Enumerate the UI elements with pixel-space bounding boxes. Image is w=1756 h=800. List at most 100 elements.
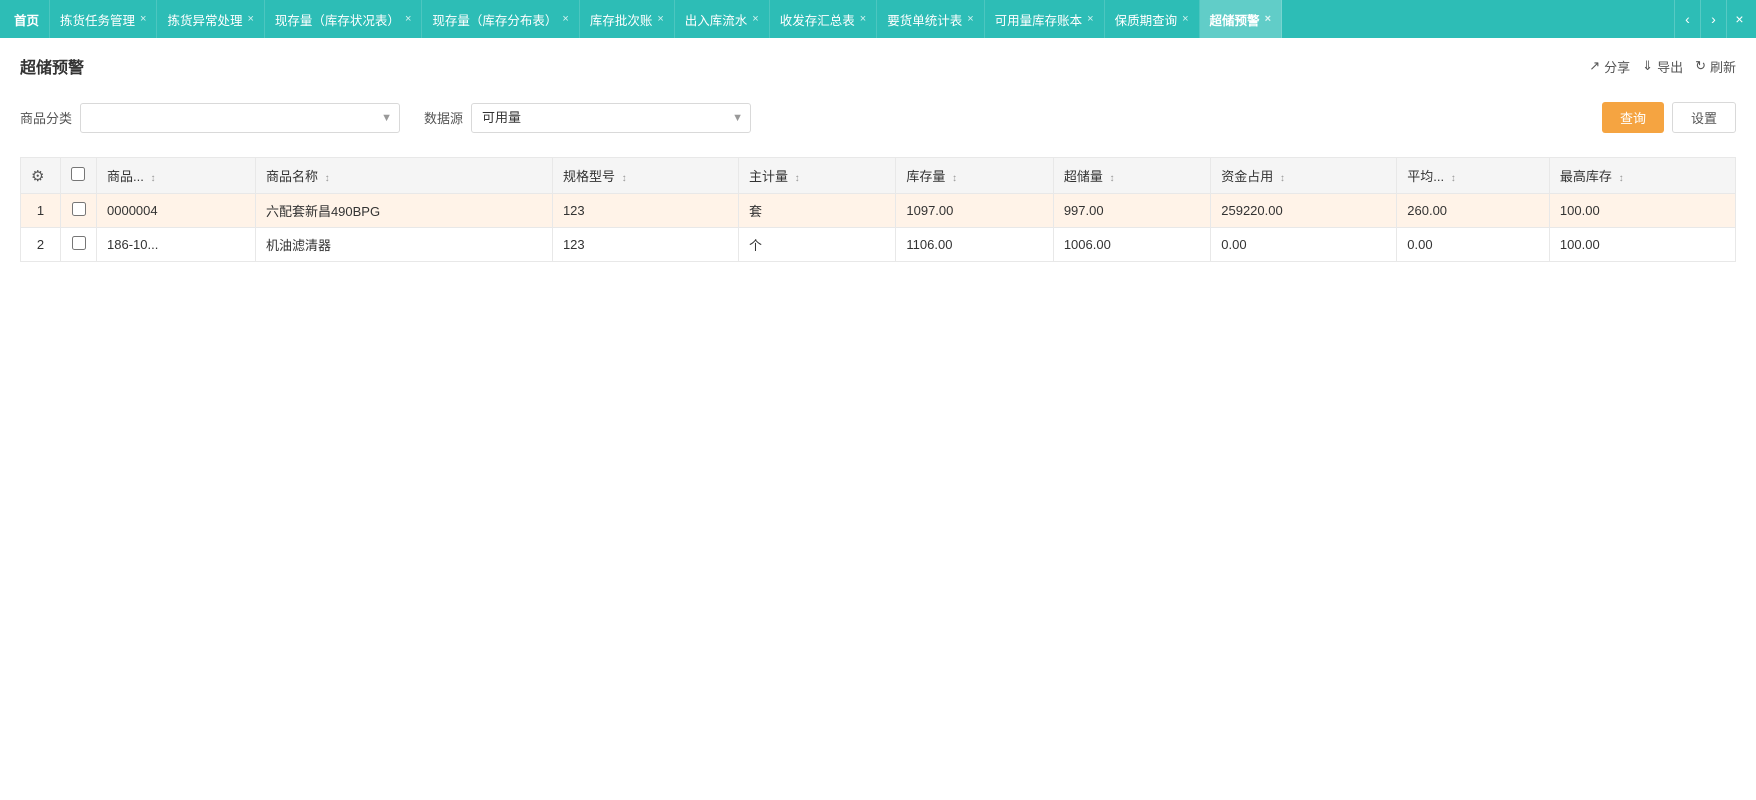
sort-icon[interactable]: ↕ bbox=[952, 173, 957, 184]
col-product-name-label: 商品名称 bbox=[266, 169, 318, 184]
data-source-select-wrapper: 可用量 库存量 ▼ bbox=[471, 103, 751, 133]
close-icon[interactable]: × bbox=[562, 13, 568, 25]
row-checkbox-cell bbox=[61, 228, 97, 262]
product-category-select[interactable] bbox=[80, 103, 400, 133]
data-source-label: 数据源 bbox=[424, 108, 463, 127]
close-icon[interactable]: × bbox=[967, 13, 973, 25]
close-icon[interactable]: × bbox=[657, 13, 663, 25]
col-spec-label: 规格型号 bbox=[563, 169, 615, 184]
row-product-name: 机油滤清器 bbox=[255, 228, 552, 262]
query-button[interactable]: 查询 bbox=[1602, 102, 1664, 133]
nav-tab-summary[interactable]: 收发存汇总表 × bbox=[770, 0, 877, 38]
sort-icon[interactable]: ↕ bbox=[325, 173, 330, 184]
nav-tab-order-stats[interactable]: 要货单统计表 × bbox=[877, 0, 984, 38]
row-checkbox[interactable] bbox=[72, 202, 86, 216]
nav-next-button[interactable]: › bbox=[1700, 0, 1726, 38]
nav-tab-overstock[interactable]: 超储预警 × bbox=[1200, 0, 1282, 38]
nav-expand-button[interactable]: × bbox=[1726, 0, 1752, 38]
row-spec: 123 bbox=[552, 228, 738, 262]
col-stock-label: 库存量 bbox=[906, 169, 945, 184]
nav-arrows: ‹ › × bbox=[1674, 0, 1752, 38]
nav-tab-expiry[interactable]: 保质期查询 × bbox=[1105, 0, 1200, 38]
nav-available-stock-label: 可用量库存账本 bbox=[995, 10, 1083, 29]
nav-tab-available-stock[interactable]: 可用量库存账本 × bbox=[985, 0, 1105, 38]
refresh-label: 刷新 bbox=[1710, 57, 1736, 76]
row-product-code: 186-10... bbox=[97, 228, 256, 262]
sort-icon[interactable]: ↕ bbox=[150, 173, 155, 184]
col-product-code-label: 商品... bbox=[107, 169, 144, 184]
col-settings: ⚙ bbox=[21, 158, 61, 194]
data-source-filter: 数据源 可用量 库存量 ▼ bbox=[424, 103, 751, 133]
col-header-over-stock: 超储量 ↕ bbox=[1053, 158, 1210, 194]
sort-icon[interactable]: ↕ bbox=[1619, 173, 1624, 184]
row-product-name: 六配套新昌490BPG bbox=[255, 194, 552, 228]
nav-prev-button[interactable]: ‹ bbox=[1674, 0, 1700, 38]
col-over-stock-label: 超储量 bbox=[1064, 169, 1103, 184]
nav-inout-label: 出入库流水 bbox=[685, 10, 748, 29]
refresh-button[interactable]: ↻ 刷新 bbox=[1695, 57, 1736, 76]
share-icon: ↗ bbox=[1589, 58, 1600, 74]
sort-icon[interactable]: ↕ bbox=[1280, 173, 1285, 184]
col-header-avg: 平均... ↕ bbox=[1397, 158, 1550, 194]
nav-tab-exception[interactable]: 拣货异常处理 × bbox=[157, 0, 264, 38]
data-source-select[interactable]: 可用量 库存量 bbox=[471, 103, 751, 133]
page-content: 超储预警 ↗ 分享 ⇓ 导出 ↻ 刷新 商品分类 ▼ bbox=[0, 38, 1756, 800]
row-max-stock: 100.00 bbox=[1549, 228, 1735, 262]
page-title: 超储预警 bbox=[20, 54, 84, 78]
col-avg-label: 平均... bbox=[1407, 169, 1444, 184]
nav-tab-task-mgmt[interactable]: 拣货任务管理 × bbox=[50, 0, 157, 38]
nav-home-label: 首页 bbox=[14, 10, 39, 29]
close-icon[interactable]: × bbox=[1182, 13, 1188, 25]
col-header-product-code: 商品... ↕ bbox=[97, 158, 256, 194]
setting-button[interactable]: 设置 bbox=[1672, 102, 1736, 133]
export-icon: ⇓ bbox=[1642, 58, 1653, 74]
nav-tab-stock-dist[interactable]: 现存量（库存分布表） × bbox=[422, 0, 579, 38]
close-icon[interactable]: × bbox=[1265, 13, 1271, 25]
share-button[interactable]: ↗ 分享 bbox=[1589, 57, 1630, 76]
nav-tab-stock-status[interactable]: 现存量（库存状况表） × bbox=[265, 0, 422, 38]
nav-tab-home[interactable]: 首页 bbox=[4, 0, 50, 38]
refresh-icon: ↻ bbox=[1695, 58, 1706, 74]
close-icon[interactable]: × bbox=[1087, 13, 1093, 25]
nav-overstock-label: 超储预警 bbox=[1210, 10, 1260, 29]
product-category-filter: 商品分类 ▼ bbox=[20, 103, 400, 133]
row-index: 1 bbox=[21, 194, 61, 228]
table-row: 1 0000004 六配套新昌490BPG 123 套 1097.00 997.… bbox=[21, 194, 1736, 228]
sort-icon[interactable]: ↕ bbox=[1451, 173, 1456, 184]
table-row: 2 186-10... 机油滤清器 123 个 1106.00 1006.00 … bbox=[21, 228, 1736, 262]
gear-icon[interactable]: ⚙ bbox=[31, 168, 44, 185]
row-over-stock: 1006.00 bbox=[1053, 228, 1210, 262]
sort-icon[interactable]: ↕ bbox=[622, 173, 627, 184]
close-icon[interactable]: × bbox=[860, 13, 866, 25]
sort-icon[interactable]: ↕ bbox=[1109, 173, 1114, 184]
product-category-select-wrapper: ▼ bbox=[80, 103, 400, 133]
table-body: 1 0000004 六配套新昌490BPG 123 套 1097.00 997.… bbox=[21, 194, 1736, 262]
row-stock: 1106.00 bbox=[896, 228, 1053, 262]
close-icon[interactable]: × bbox=[140, 13, 146, 25]
close-icon[interactable]: × bbox=[247, 13, 253, 25]
row-over-stock: 997.00 bbox=[1053, 194, 1210, 228]
close-icon[interactable]: × bbox=[752, 13, 758, 25]
col-select-all bbox=[61, 158, 97, 194]
close-icon[interactable]: × bbox=[405, 13, 411, 25]
col-unit-label: 主计量 bbox=[749, 169, 788, 184]
select-all-checkbox[interactable] bbox=[71, 167, 85, 181]
nav-summary-label: 收发存汇总表 bbox=[780, 10, 855, 29]
product-category-label: 商品分类 bbox=[20, 108, 72, 127]
row-checkbox-cell bbox=[61, 194, 97, 228]
filter-bar: 商品分类 ▼ 数据源 可用量 库存量 ▼ 查询 设置 bbox=[20, 94, 1736, 141]
row-index: 2 bbox=[21, 228, 61, 262]
nav-tab-batch[interactable]: 库存批次账 × bbox=[580, 0, 675, 38]
sort-icon[interactable]: ↕ bbox=[795, 173, 800, 184]
nav-tab-inout[interactable]: 出入库流水 × bbox=[675, 0, 770, 38]
nav-exception-label: 拣货异常处理 bbox=[167, 10, 242, 29]
row-avg: 0.00 bbox=[1397, 228, 1550, 262]
nav-stock-status-label: 现存量（库存状况表） bbox=[275, 10, 400, 29]
row-unit: 套 bbox=[738, 194, 895, 228]
col-header-capital: 资金占用 ↕ bbox=[1211, 158, 1397, 194]
row-checkbox[interactable] bbox=[72, 236, 86, 250]
nav-batch-label: 库存批次账 bbox=[590, 10, 653, 29]
row-avg: 260.00 bbox=[1397, 194, 1550, 228]
export-button[interactable]: ⇓ 导出 bbox=[1642, 57, 1683, 76]
nav-expiry-label: 保质期查询 bbox=[1115, 10, 1178, 29]
